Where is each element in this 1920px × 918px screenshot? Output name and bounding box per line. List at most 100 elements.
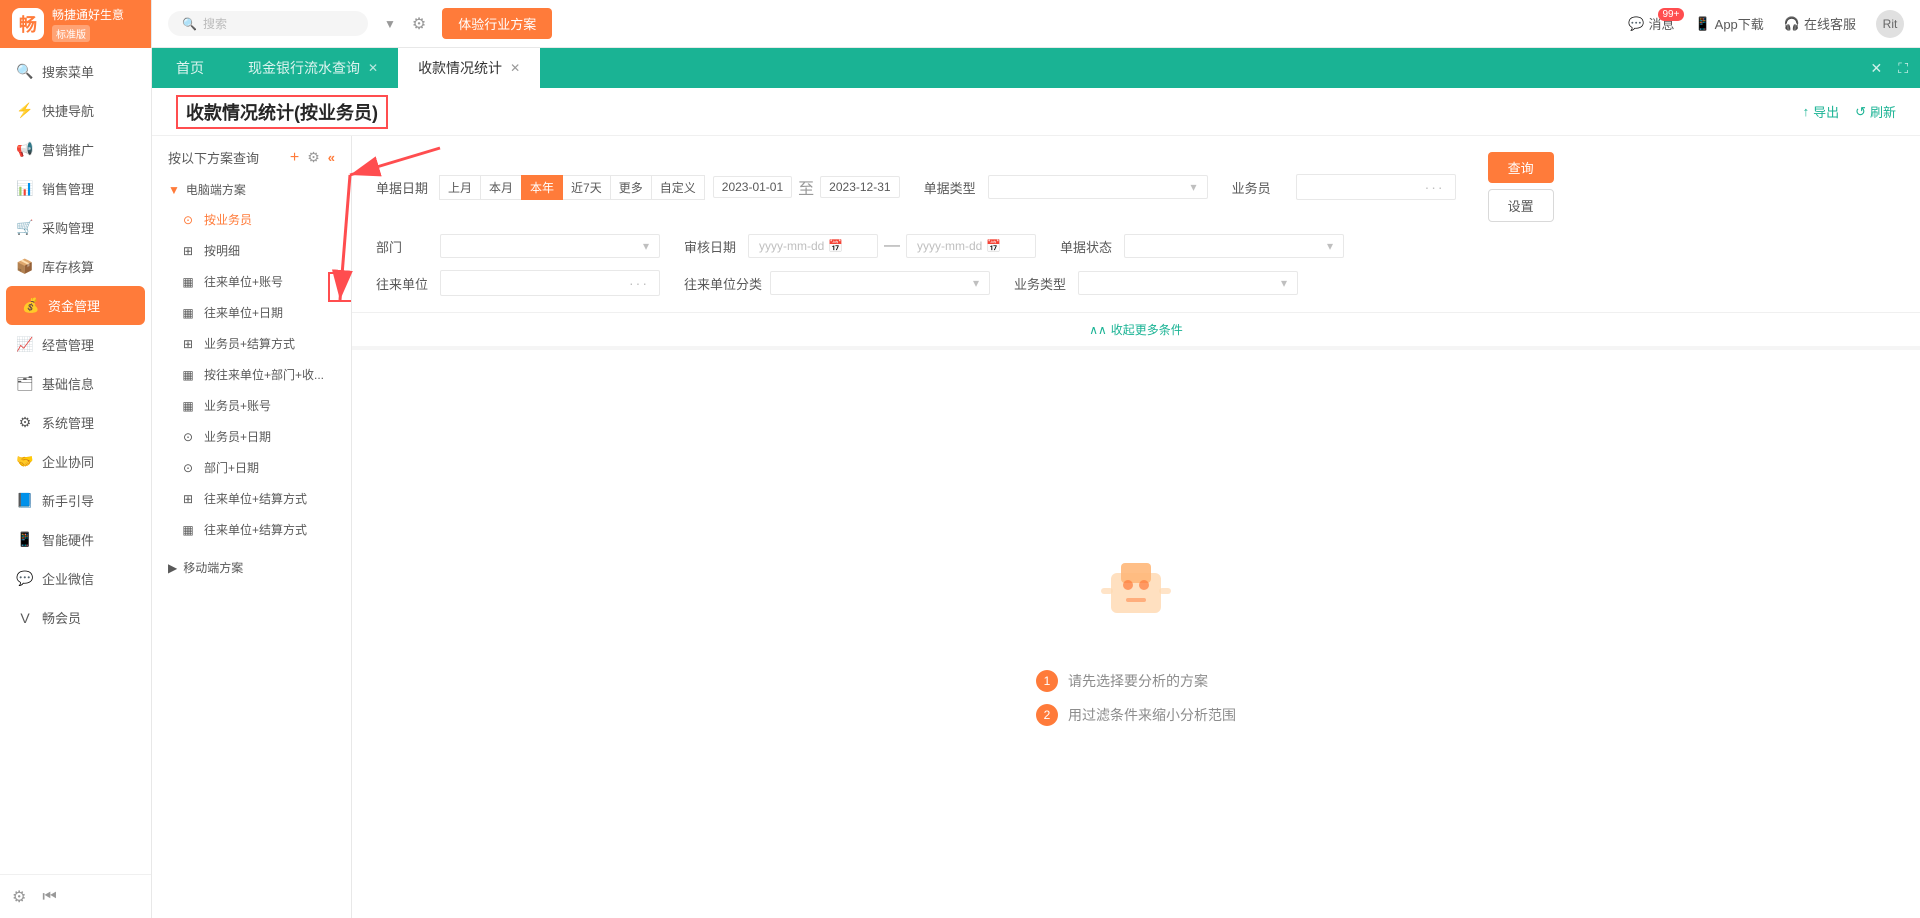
hardware-icon: 📱	[16, 531, 34, 549]
partner-class-filter: 往来单位分类 ▾	[684, 271, 990, 295]
user-avatar[interactable]: Rit	[1876, 10, 1904, 38]
partner-class-select[interactable]: ▾	[770, 271, 990, 295]
partner-select[interactable]: ···	[440, 270, 660, 296]
messages-btn[interactable]: 💬 消息 99+	[1628, 14, 1674, 33]
scheme-item-partner-settle1[interactable]: ⊞ 往来单位+结算方式	[152, 483, 351, 514]
doc-status-filter: 单据状态 ▾	[1060, 234, 1344, 258]
desktop-group-title[interactable]: ▼ 电脑端方案	[152, 175, 351, 204]
sidebar-item-search[interactable]: 🔍 搜索菜单	[0, 52, 151, 91]
doc-type-select[interactable]: ▾	[988, 175, 1208, 199]
partner-dots[interactable]: ···	[629, 275, 649, 291]
review-date-from[interactable]: yyyy-mm-dd 📅	[748, 234, 878, 258]
add-scheme-btn[interactable]: +	[290, 149, 299, 167]
footer-settings-icon[interactable]: ⚙	[12, 887, 26, 907]
sidebar-item-vip[interactable]: V 畅会员	[0, 598, 151, 637]
scheme-item-detail[interactable]: ⊞ 按明细	[152, 235, 351, 266]
online-service-btn[interactable]: 🎧 在线客服	[1784, 14, 1856, 33]
refresh-icon: ↺	[1855, 104, 1866, 120]
scheme-icon-staff: ⊙	[180, 212, 196, 228]
scheme-item-partner-dept[interactable]: ▦ 按往来单位+部门+收...	[152, 359, 351, 390]
collapse-more-bar[interactable]: ∧∧ 收起更多条件	[352, 313, 1920, 346]
service-icon: 🎧	[1784, 16, 1800, 32]
doc-status-select[interactable]: ▾	[1124, 234, 1344, 258]
desktop-scheme-group: ▼ 电脑端方案 ⊙ 按业务员 ⊞ 按明细 ▦ 往来单位+账号 ▦ 往来单位+	[152, 175, 351, 553]
sidebar-item-marketing[interactable]: 📢 营销推广	[0, 130, 151, 169]
topbar-settings-icon[interactable]: ⚙	[412, 14, 426, 34]
left-panel-header: 按以下方案查询 + ⚙ «	[152, 136, 351, 175]
tab-cash-flow[interactable]: 现金银行流水查询 ✕	[228, 48, 398, 88]
scheme-item-partner-settle2[interactable]: ▦ 往来单位+结算方式	[152, 514, 351, 545]
sidebar-item-purchase[interactable]: 🛒 采购管理	[0, 208, 151, 247]
vip-icon: V	[16, 609, 34, 627]
scheme-item-partner-account[interactable]: ▦ 往来单位+账号	[152, 266, 351, 297]
scheme-icon-detail: ⊞	[180, 243, 196, 259]
setting-scheme-btn[interactable]: ⚙	[307, 149, 320, 166]
sidebar-item-wechat[interactable]: 💬 企业微信	[0, 559, 151, 598]
maximize-window-btn[interactable]: ⛶	[1898, 60, 1908, 77]
mobile-group-title[interactable]: ▶ 移动端方案	[152, 553, 351, 582]
sales-icon: 📊	[16, 180, 34, 198]
tabbar: 首页 现金银行流水查询 ✕ 收款情况统计 ✕ ✕ ⛶	[152, 48, 1920, 88]
mobile-group-expand-icon: ▶	[168, 561, 177, 575]
logo-icon: 畅	[12, 8, 44, 40]
sidebar-item-quicknav[interactable]: ⚡ 快捷导航	[0, 91, 151, 130]
date-tab-7days[interactable]: 近7天	[562, 175, 611, 200]
scheme-item-dept-date[interactable]: ⊙ 部门+日期	[152, 452, 351, 483]
date-from[interactable]: 2023-01-01	[713, 176, 792, 198]
tab-home[interactable]: 首页	[152, 48, 228, 88]
sidebar-item-newguide[interactable]: 📘 新手引导	[0, 481, 151, 520]
date-tab-custom[interactable]: 自定义	[651, 175, 705, 200]
review-date-to[interactable]: yyyy-mm-dd 📅	[906, 234, 1036, 258]
sidebar-item-enterprise[interactable]: 🤝 企业协同	[0, 442, 151, 481]
dept-select[interactable]: ▾	[440, 234, 660, 258]
scheme-item-staff-date[interactable]: ⊙ 业务员+日期	[152, 421, 351, 452]
filter-row-3: 往来单位 ··· 往来单位分类 ▾ 业务类型	[376, 270, 1896, 296]
group-expand-icon: ▼	[168, 183, 180, 197]
date-tab-lastmonth[interactable]: 上月	[439, 175, 481, 200]
collapse-panel-btn[interactable]: «	[328, 150, 335, 165]
app-download-btn[interactable]: 📱 App下载	[1694, 14, 1763, 33]
date-tab-thismonth[interactable]: 本月	[480, 175, 522, 200]
close-window-btn[interactable]: ✕	[1870, 60, 1882, 77]
message-icon: 💬	[1628, 16, 1644, 32]
marketing-icon: 📢	[16, 141, 34, 159]
sidebar-item-inventory[interactable]: 📦 库存核算	[0, 247, 151, 286]
scheme-item-staff-settle[interactable]: ⊞ 业务员+结算方式	[152, 328, 351, 359]
empty-steps: 1 请先选择要分析的方案 2 用过滤条件来缩小分析范围	[1036, 670, 1236, 726]
topbar-search-box[interactable]: 🔍 搜索	[168, 11, 368, 36]
sidebar-item-sales[interactable]: 📊 销售管理	[0, 169, 151, 208]
doc-type-filter: 单据类型 ▾	[924, 175, 1208, 199]
empty-state: 1 请先选择要分析的方案 2 用过滤条件来缩小分析范围	[352, 350, 1920, 918]
trial-btn[interactable]: 体验行业方案	[442, 8, 552, 39]
sidebar: 畅 畅捷通好生意 标准版 🔍 搜索菜单 ⚡ 快捷导航 📢 营销推广 📊 销售管理…	[0, 0, 152, 918]
tab-close-collection[interactable]: ✕	[510, 61, 520, 75]
staff-select[interactable]: ···	[1296, 174, 1456, 200]
biz-type-select[interactable]: ▾	[1078, 271, 1298, 295]
sidebar-item-basic-info[interactable]: 🗂 基础信息	[0, 364, 151, 403]
query-btn[interactable]: 查询	[1488, 152, 1554, 183]
date-tab-more[interactable]: 更多	[610, 175, 652, 200]
inventory-icon: 📦	[16, 258, 34, 276]
page-header: 收款情况统计(按业务员) ↑ 导出 ↺ 刷新	[152, 88, 1920, 136]
scheme-item-staff-account[interactable]: ▦ 业务员+账号	[152, 390, 351, 421]
staff-dots[interactable]: ···	[1425, 179, 1445, 195]
footer-collapse-icon[interactable]: ⏮	[42, 888, 56, 906]
robot-icon	[1091, 543, 1181, 633]
step-num-2: 2	[1036, 704, 1058, 726]
date-tab-thisyear[interactable]: 本年	[521, 175, 563, 200]
action-btn-group: 查询 设置	[1488, 152, 1554, 222]
sidebar-item-operation[interactable]: 📈 经营管理	[0, 325, 151, 364]
sidebar-item-hardware[interactable]: 📱 智能硬件	[0, 520, 151, 559]
review-to-calendar-icon: 📅	[986, 239, 1001, 253]
sidebar-item-finance[interactable]: 💰 资金管理	[6, 286, 145, 325]
empty-step-2: 2 用过滤条件来缩小分析范围	[1036, 704, 1236, 726]
refresh-btn[interactable]: ↺ 刷新	[1855, 102, 1896, 121]
scheme-item-by-staff[interactable]: ⊙ 按业务员	[152, 204, 351, 235]
tab-collection-stats[interactable]: 收款情况统计 ✕	[398, 48, 540, 88]
scheme-item-partner-date[interactable]: ▦ 往来单位+日期	[152, 297, 351, 328]
export-btn[interactable]: ↑ 导出	[1803, 102, 1840, 121]
sidebar-item-system[interactable]: ⚙ 系统管理	[0, 403, 151, 442]
date-to[interactable]: 2023-12-31	[820, 176, 899, 198]
setting-btn[interactable]: 设置	[1488, 189, 1554, 222]
tab-close-cash-flow[interactable]: ✕	[368, 61, 378, 75]
